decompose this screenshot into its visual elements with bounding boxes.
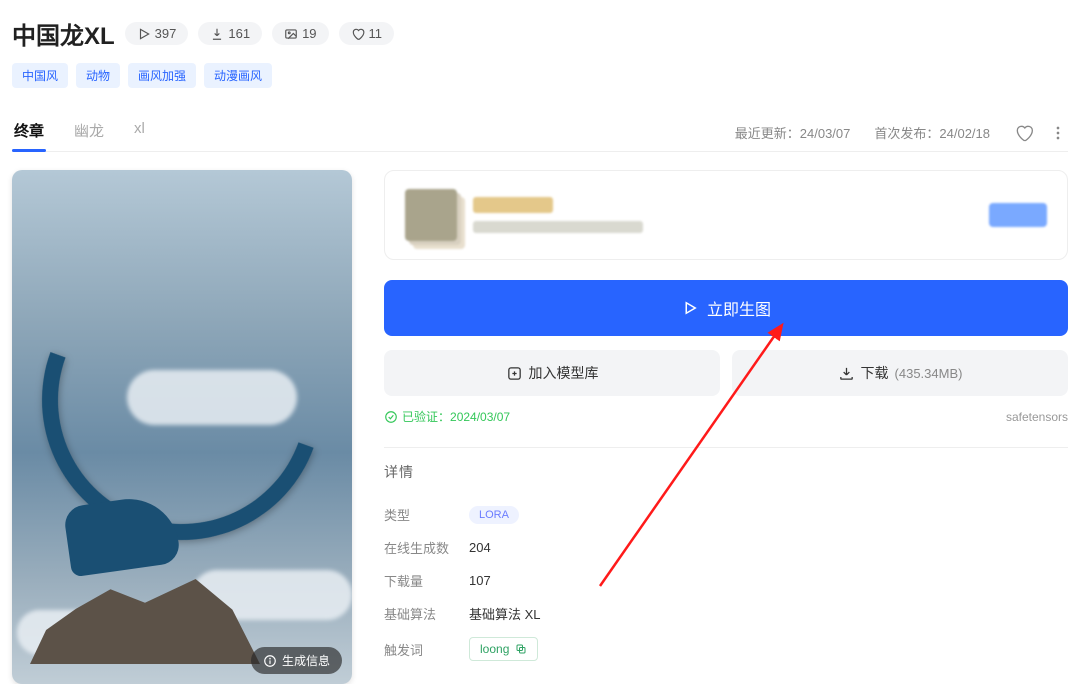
detail-label: 触发词 [384, 640, 469, 659]
stat-likes-value: 11 [369, 26, 383, 41]
tag-item[interactable]: 画风加强 [128, 63, 196, 88]
detail-row-downloads: 下载量 107 [384, 564, 1068, 597]
info-icon [263, 654, 277, 668]
download-label: 下载 [861, 363, 889, 383]
detail-label: 在线生成数 [384, 538, 469, 557]
tab-active[interactable]: 终章 [12, 114, 46, 151]
play-icon [137, 27, 151, 41]
plus-box-icon [506, 365, 523, 382]
detail-section: 详情 类型 LORA 在线生成数 204 下载量 107 基础算法 基础算法 X… [384, 447, 1068, 668]
generate-button[interactable]: 立即生图 [384, 280, 1068, 336]
trigger-word-value: loong [480, 642, 509, 656]
tab-item[interactable]: 幽龙 [72, 114, 106, 151]
download-icon [210, 27, 224, 41]
tag-row: 中国风 动物 画风加强 动漫画风 [12, 63, 1068, 88]
generation-info-label: 生成信息 [282, 652, 330, 669]
tag-item[interactable]: 动物 [76, 63, 120, 88]
stat-downloads: 161 [198, 22, 262, 45]
page-title: 中国龙XL [12, 16, 115, 51]
stat-downloads-value: 161 [228, 26, 250, 41]
stat-likes: 11 [339, 22, 395, 45]
stat-images-value: 19 [302, 26, 316, 41]
detail-row-type: 类型 LORA [384, 498, 1068, 531]
check-icon [384, 410, 398, 424]
lora-badge: LORA [469, 506, 519, 524]
generation-info-badge[interactable]: 生成信息 [251, 647, 342, 674]
tag-item[interactable]: 中国风 [12, 63, 68, 88]
detail-label: 类型 [384, 505, 469, 524]
meta-updated: 最近更新：24/03/07 [735, 123, 851, 142]
add-library-button[interactable]: 加入模型库 [384, 350, 720, 396]
heart-icon [351, 27, 365, 41]
download-icon [838, 365, 855, 382]
stat-plays: 397 [125, 22, 189, 45]
verified-badge: 已验证：2024/03/07 [384, 408, 510, 425]
add-library-label: 加入模型库 [529, 363, 599, 383]
detail-value: 107 [469, 573, 491, 588]
tab-item[interactable]: xl [132, 114, 147, 151]
detail-label: 下载量 [384, 571, 469, 590]
heart-outline-icon[interactable] [1014, 123, 1034, 143]
detail-label: 基础算法 [384, 604, 469, 623]
file-format: safetensors [1006, 410, 1068, 424]
author-avatar[interactable] [405, 189, 457, 241]
download-size: (435.34MB) [895, 366, 963, 381]
author-desc-placeholder [473, 221, 643, 233]
generate-button-label: 立即生图 [707, 296, 771, 320]
author-name-placeholder [473, 197, 553, 213]
detail-value: 基础算法 XL [469, 604, 541, 623]
detail-title: 详情 [384, 462, 1068, 482]
meta-published: 首次发布：24/02/18 [874, 123, 990, 142]
stat-plays-value: 397 [155, 26, 177, 41]
preview-image[interactable]: 生成信息 [12, 170, 352, 684]
copy-icon [515, 643, 527, 655]
stat-images: 19 [272, 22, 328, 45]
more-icon[interactable] [1048, 123, 1068, 143]
trigger-word-badge[interactable]: loong [469, 637, 538, 661]
image-icon [284, 27, 298, 41]
download-button[interactable]: 下载 (435.34MB) [732, 350, 1068, 396]
detail-row-trigger: 触发词 loong [384, 630, 1068, 668]
version-tabs: 终章 幽龙 xl [12, 114, 147, 151]
tag-item[interactable]: 动漫画风 [204, 63, 272, 88]
follow-button[interactable] [989, 203, 1047, 227]
author-card [384, 170, 1068, 260]
detail-value: 204 [469, 540, 491, 555]
detail-row-online-gen: 在线生成数 204 [384, 531, 1068, 564]
detail-row-base: 基础算法 基础算法 XL [384, 597, 1068, 630]
play-fill-icon [681, 299, 699, 317]
